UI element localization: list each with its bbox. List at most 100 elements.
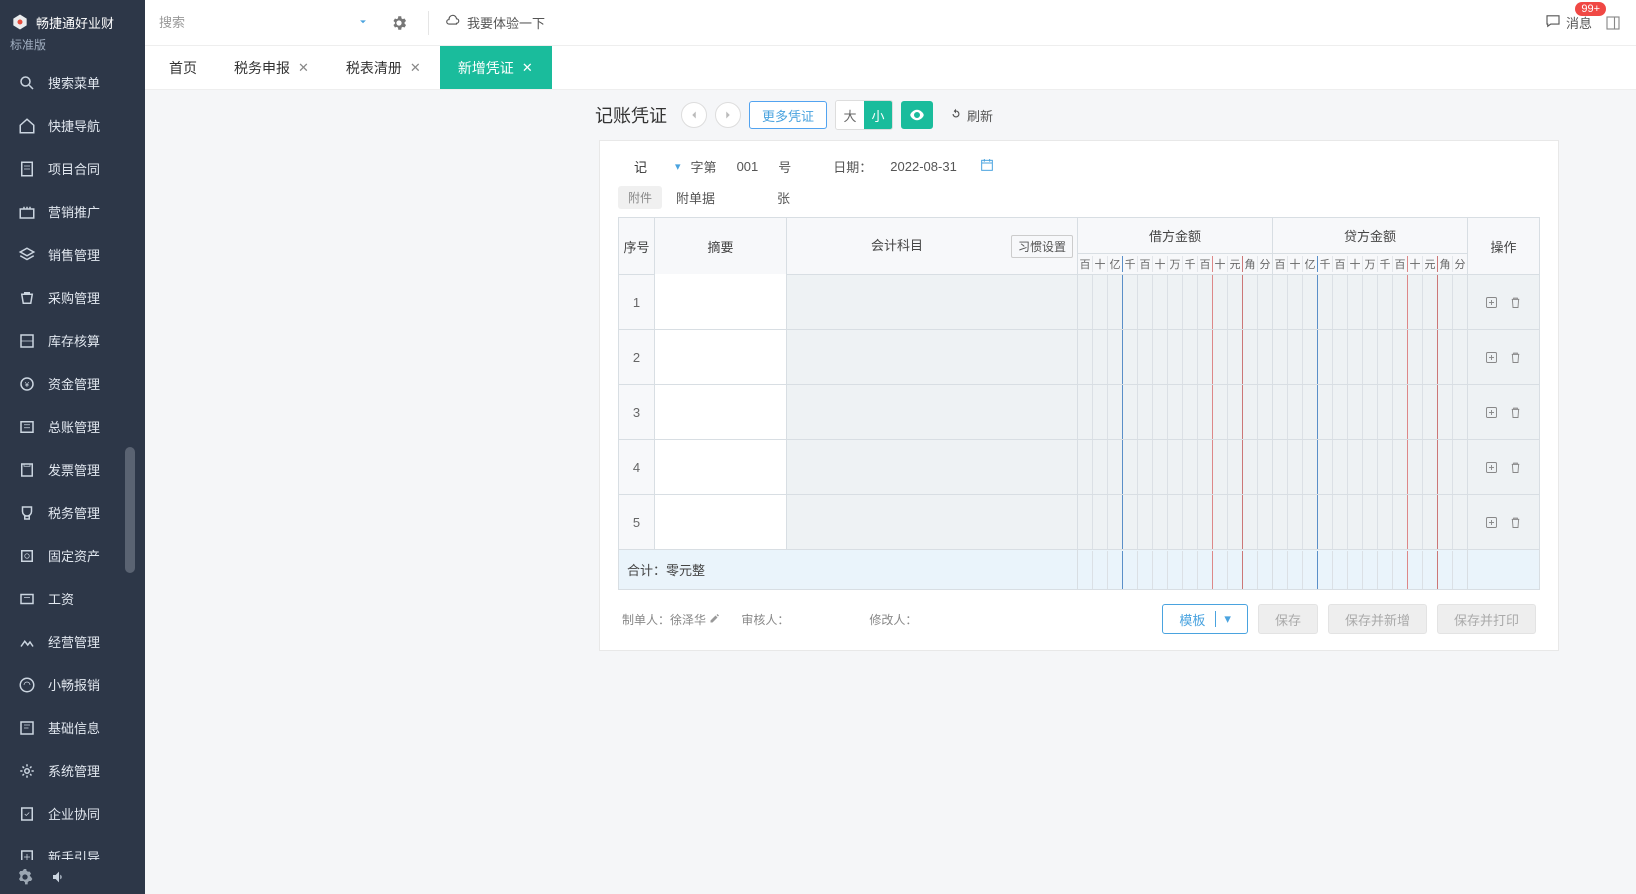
save-print-button[interactable]: 保存并打印 [1437, 604, 1536, 634]
cloud-icon [443, 12, 461, 33]
credit-cell[interactable] [1273, 495, 1468, 550]
credit-cell[interactable] [1273, 440, 1468, 495]
sidebar-item[interactable]: 工资 [0, 577, 145, 620]
save-button[interactable]: 保存 [1258, 604, 1318, 634]
sidebar-item[interactable]: 发票管理 [0, 448, 145, 491]
voucher-table: 序号 摘要 会计科目 习惯设置 借方金额 贷方金额 操作 [618, 217, 1540, 590]
sidebar-item[interactable]: 库存核算 [0, 319, 145, 362]
add-row-icon[interactable] [1484, 404, 1500, 420]
sidebar-item[interactable]: 采购管理 [0, 276, 145, 319]
summary-input[interactable] [655, 274, 786, 328]
chevron-down-icon[interactable] [356, 14, 370, 31]
sidebar-item[interactable]: 固定资产 [0, 534, 145, 577]
th-credit: 贷方金额 [1273, 218, 1468, 254]
volume-footer-icon[interactable] [50, 868, 68, 886]
attachment-button[interactable]: 附件 [618, 186, 662, 209]
sidebar-item[interactable]: 营销推广 [0, 190, 145, 233]
template-label: 模板 [1179, 610, 1205, 629]
sidebar-item[interactable]: 税务管理 [0, 491, 145, 534]
debit-cell[interactable] [1078, 385, 1273, 440]
tab-label: 税表清册 [346, 58, 402, 78]
nav-label: 项目合同 [48, 159, 100, 178]
size-small-button[interactable]: 小 [864, 101, 892, 129]
tab[interactable]: 新增凭证✕ [440, 46, 552, 89]
chevron-down-icon[interactable]: ▾ [1215, 611, 1231, 627]
delete-row-icon[interactable] [1508, 459, 1524, 475]
summary-cell[interactable] [655, 495, 787, 550]
close-icon[interactable]: ✕ [410, 60, 421, 76]
sidebar-item[interactable]: 系统管理 [0, 749, 145, 792]
tab[interactable]: 税务申报✕ [216, 46, 328, 89]
debit-cell[interactable] [1078, 440, 1273, 495]
nav-list: 搜索菜单快捷导航项目合同营销推广销售管理采购管理库存核算 ¥资金管理总账管理发票管… [0, 61, 145, 860]
sidebar-item[interactable]: 小畅报销 [0, 663, 145, 706]
add-row-icon[interactable] [1484, 514, 1500, 530]
tab[interactable]: 首页 [151, 46, 216, 89]
subject-cell[interactable] [787, 495, 1078, 550]
save-new-button[interactable]: 保存并新增 [1328, 604, 1427, 634]
close-icon[interactable]: ✕ [298, 60, 309, 76]
sidebar-item[interactable]: 基础信息 [0, 706, 145, 749]
message-button[interactable]: 消息 99+ [1544, 12, 1592, 33]
brand-sub: 标准版 [0, 36, 145, 61]
subject-cell[interactable] [787, 385, 1078, 440]
add-row-icon[interactable] [1484, 294, 1500, 310]
sidebar-item[interactable]: 快捷导航 [0, 104, 145, 147]
chevron-down-icon[interactable]: ▾ [675, 160, 681, 173]
eye-icon[interactable] [901, 101, 933, 129]
search-input[interactable] [159, 8, 374, 38]
tab[interactable]: 税表清册 ✕ [328, 46, 440, 89]
close-icon[interactable]: ✕ [522, 60, 533, 76]
voucher-number[interactable]: 001 [737, 159, 759, 174]
prev-arrow-icon[interactable] [681, 102, 707, 128]
try-link[interactable]: 我要体验一下 [443, 12, 545, 33]
sidebar-scrollbar[interactable] [125, 447, 135, 573]
credit-cell[interactable] [1273, 330, 1468, 385]
template-button[interactable]: 模板 ▾ [1162, 604, 1248, 634]
add-row-icon[interactable] [1484, 459, 1500, 475]
calendar-icon[interactable] [979, 157, 995, 176]
debit-cell[interactable] [1078, 495, 1273, 550]
delete-row-icon[interactable] [1508, 294, 1524, 310]
edit-icon[interactable] [709, 613, 721, 627]
delete-row-icon[interactable] [1508, 404, 1524, 420]
voucher-date[interactable]: 2022-08-31 [890, 159, 957, 174]
maker-name: 徐泽华 [670, 613, 706, 627]
gear-icon[interactable] [384, 8, 414, 38]
credit-cell[interactable] [1273, 385, 1468, 440]
sidebar-item[interactable]: 搜索菜单 [0, 61, 145, 104]
sidebar-item[interactable]: 项目合同 [0, 147, 145, 190]
refresh-button[interactable]: 刷新 [949, 106, 993, 125]
size-large-button[interactable]: 大 [836, 101, 864, 129]
subject-cell[interactable] [787, 275, 1078, 330]
sidebar-item[interactable]: 新手引导 [0, 835, 145, 860]
sidebar-item[interactable]: 经营管理 [0, 620, 145, 663]
nav-label: 新手引导 [48, 847, 100, 860]
subject-cell[interactable] [787, 330, 1078, 385]
summary-cell[interactable] [655, 275, 787, 330]
credit-cell[interactable] [1273, 275, 1468, 330]
nav-label: 库存核算 [48, 331, 100, 350]
sidebar-item[interactable]: 销售管理 [0, 233, 145, 276]
sidebar-footer [0, 860, 145, 894]
sidebar-item[interactable]: ¥资金管理 [0, 362, 145, 405]
summary-cell[interactable] [655, 440, 787, 495]
subject-cell[interactable] [787, 440, 1078, 495]
more-vouchers-button[interactable]: 更多凭证 [749, 101, 827, 129]
debit-cell[interactable] [1078, 275, 1273, 330]
summary-cell[interactable] [655, 330, 787, 385]
next-arrow-icon[interactable] [715, 102, 741, 128]
panel-toggle-icon[interactable] [1604, 14, 1622, 32]
delete-row-icon[interactable] [1508, 349, 1524, 365]
sidebar-item[interactable]: 企业协同 [0, 792, 145, 835]
debit-cell[interactable] [1078, 330, 1273, 385]
settings-footer-icon[interactable] [16, 868, 34, 886]
habit-setting-button[interactable]: 习惯设置 [1011, 235, 1073, 258]
add-row-icon[interactable] [1484, 349, 1500, 365]
delete-row-icon[interactable] [1508, 514, 1524, 530]
sidebar-item[interactable]: 总账管理 [0, 405, 145, 448]
summary-cell[interactable] [655, 385, 787, 440]
voucher-type[interactable]: 记 [634, 157, 647, 176]
refresh-icon [949, 107, 963, 124]
voucher-meta-row1: 记 ▾字第 001 号 日期： 2022-08-31 [618, 153, 1540, 186]
